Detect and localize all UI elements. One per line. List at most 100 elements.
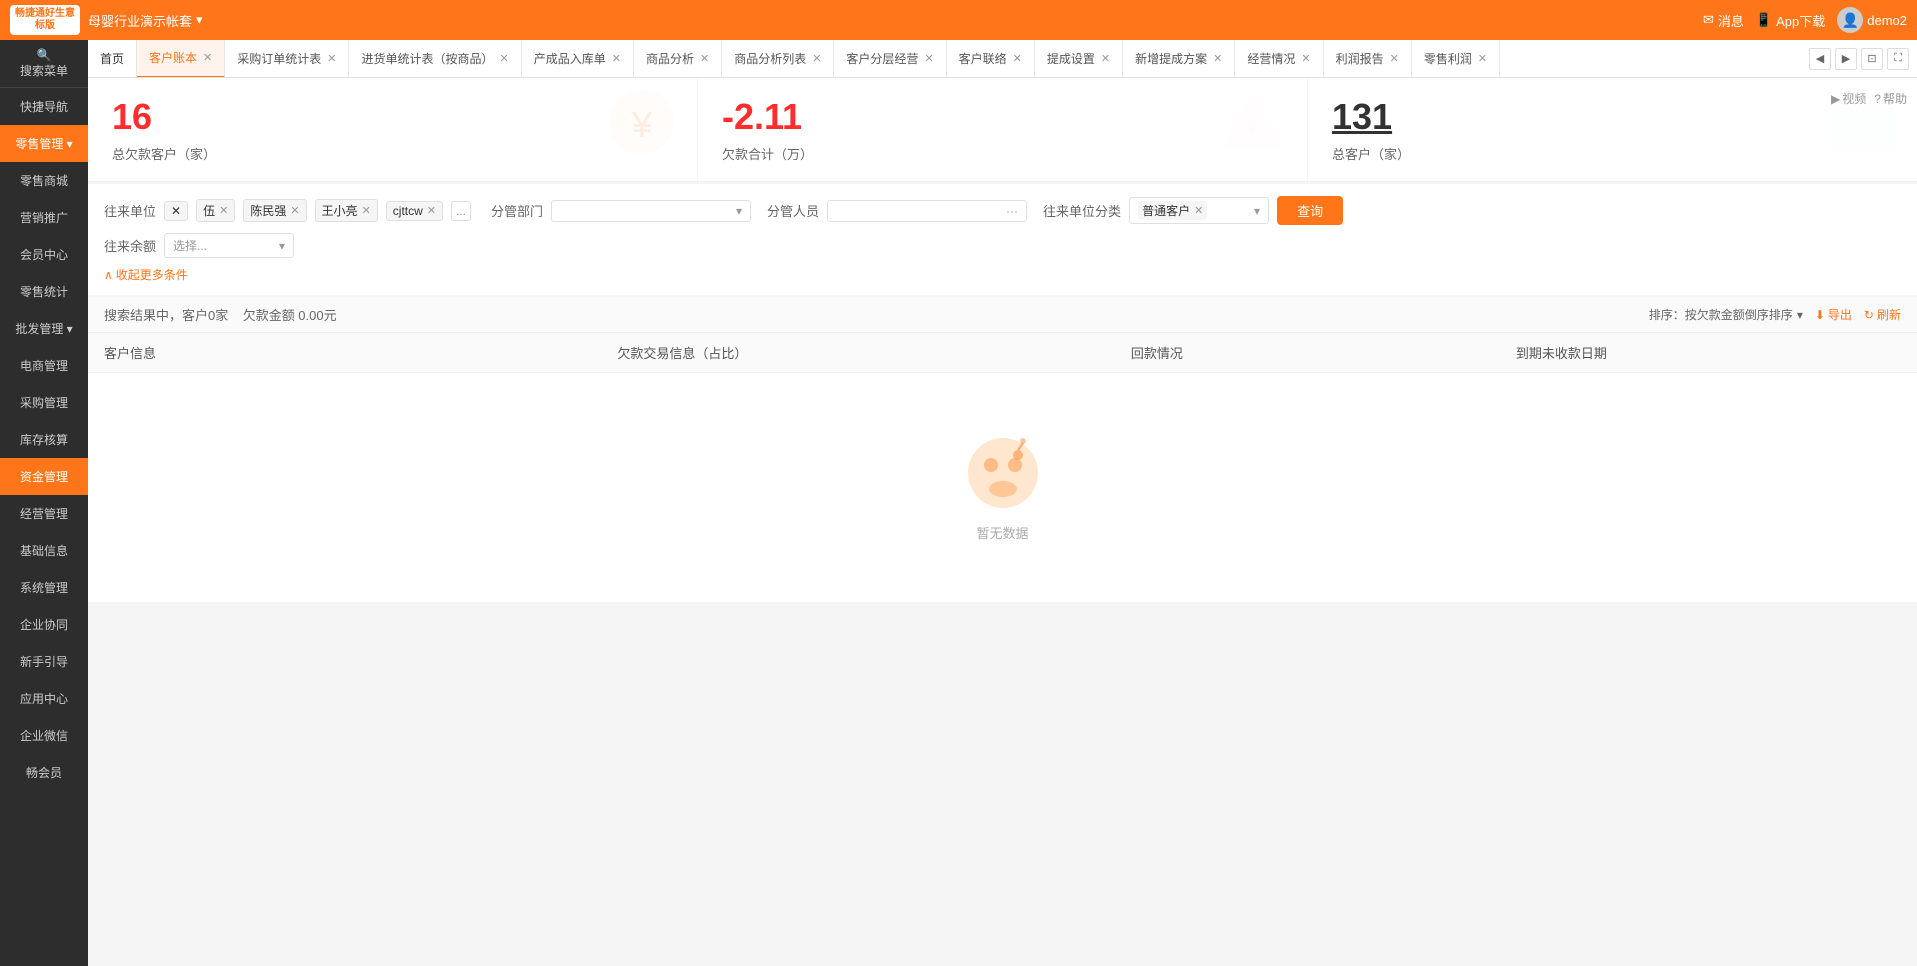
tab-customer-account[interactable]: 客户账本 ✕ <box>137 40 225 78</box>
sidebar-item-purchase[interactable]: 采购管理 <box>0 384 88 421</box>
sidebar-item-label: 基础信息 <box>6 542 82 559</box>
tag-close-icon[interactable]: ✕ <box>1194 204 1203 217</box>
tab-close-icon[interactable]: ✕ <box>612 52 621 65</box>
sidebar-item-marketing[interactable]: 营销推广 <box>0 199 88 236</box>
help-btn[interactable]: ? 帮助 <box>1874 90 1907 107</box>
sidebar-item-corpwechat[interactable]: 企业微信 <box>0 717 88 754</box>
tab-bar: 首页 客户账本 ✕ 采购订单统计表 ✕ 进货单统计表（按商品） ✕ 产成品入库单… <box>88 40 1917 78</box>
sidebar-item-wholesale[interactable]: 批发管理 ▾ <box>0 310 88 347</box>
filter-dept-select[interactable]: ▾ <box>551 200 751 222</box>
tab-label: 进货单统计表（按商品） <box>361 50 493 67</box>
tab-close-icon[interactable]: ✕ <box>700 52 709 65</box>
tab-business-status[interactable]: 经营情况 ✕ <box>1235 40 1323 78</box>
tab-close-icon[interactable]: ✕ <box>812 52 821 65</box>
sidebar-item-ecommerce[interactable]: 电商管理 <box>0 347 88 384</box>
account-selector[interactable]: 母婴行业演示帐套 ▾ <box>88 11 203 30</box>
sidebar-item-label: 批发管理 ▾ <box>6 320 82 337</box>
tab-purchase-order-stat[interactable]: 采购订单统计表 ✕ <box>225 40 349 78</box>
sidebar-item-appcenter[interactable]: 应用中心 <box>0 680 88 717</box>
tab-profit-report[interactable]: 利润报告 ✕ <box>1324 40 1412 78</box>
col-header-due-date: 到期未收款日期 <box>1516 343 1901 362</box>
tab-next-btn[interactable]: ▶ <box>1835 48 1857 70</box>
sidebar-item-label: 系统管理 <box>6 579 82 596</box>
tab-prev-btn[interactable]: ◀ <box>1809 48 1831 70</box>
message-btn[interactable]: ✉ 消息 <box>1703 11 1744 30</box>
tab-close-icon[interactable]: ✕ <box>1301 52 1310 65</box>
sidebar-item-vip[interactable]: 畅会员 <box>0 754 88 791</box>
tab-home[interactable]: 首页 <box>88 40 137 78</box>
tab-close-icon[interactable]: ✕ <box>327 52 336 65</box>
sidebar-item-label: 采购管理 <box>6 394 82 411</box>
table-empty-state: 暂无数据 <box>88 373 1917 602</box>
tab-close-icon[interactable]: ✕ <box>924 52 933 65</box>
search-label: 搜索菜单 <box>6 62 82 79</box>
tab-customer-segment[interactable]: 客户分层经营 ✕ <box>834 40 946 78</box>
sidebar-item-operations[interactable]: 经营管理 <box>0 495 88 532</box>
tab-fullscreen-btn[interactable]: ⛶ <box>1887 48 1909 70</box>
app-download-btn[interactable]: 📱 App下载 <box>1756 11 1825 30</box>
filter-person-label: 分管人员 <box>767 201 819 220</box>
sidebar-search[interactable]: 🔍 搜索菜单 <box>0 40 88 88</box>
sidebar-item-retail[interactable]: 零售管理 ▾ <box>0 125 88 162</box>
sidebar-item-retailstat[interactable]: 零售统计 <box>0 273 88 310</box>
tab-label: 商品分析 <box>646 50 694 67</box>
sidebar-item-label: 会员中心 <box>6 246 82 263</box>
tab-close-icon[interactable]: ✕ <box>1390 52 1399 65</box>
sidebar-item-newbie[interactable]: 新手引导 <box>0 643 88 680</box>
tab-product-analysis[interactable]: 商品分析 ✕ <box>634 40 722 78</box>
refresh-button[interactable]: ↻ 刷新 <box>1864 306 1901 323</box>
filter-balance-select[interactable]: 选择... ▾ <box>164 233 294 258</box>
tag-close-icon[interactable]: ✕ <box>362 204 371 217</box>
more-icon: ··· <box>1006 204 1018 218</box>
tab-close-icon[interactable]: ✕ <box>1101 52 1110 65</box>
filter-category-label: 往来单位分类 <box>1043 201 1121 220</box>
tab-promotion-settings[interactable]: 提成设置 ✕ <box>1035 40 1123 78</box>
sidebar-item-label: 库存核算 <box>6 431 82 448</box>
stat-help: ▶ 视频 ? 帮助 <box>1831 90 1907 107</box>
sidebar-item-label: 营销推广 <box>6 209 82 226</box>
tag-close-icon[interactable]: ✕ <box>290 204 299 217</box>
stat-total-customers: 131 总客户（家） ▶ 视频 ? 帮助 <box>1308 78 1917 181</box>
tab-purchase-stat-product[interactable]: 进货单统计表（按商品） ✕ <box>349 40 521 78</box>
tab-close-icon[interactable]: ✕ <box>1013 52 1022 65</box>
filter-tag-normal-customer: 普通客户 ✕ <box>1138 201 1207 220</box>
sidebar-item-capital[interactable]: 资金管理 <box>0 458 88 495</box>
tag-close-icon[interactable]: ✕ <box>219 204 228 217</box>
sidebar-item-retailmall[interactable]: 零售商城 <box>0 162 88 199</box>
tab-retail-profit[interactable]: 零售利润 ✕ <box>1412 40 1500 78</box>
filter-category-select[interactable]: 普通客户 ✕ ▾ <box>1129 197 1269 224</box>
sidebar-item-inventory[interactable]: 库存核算 <box>0 421 88 458</box>
table-header: 客户信息 欠款交易信息（占比） 回款情况 到期未收款日期 <box>88 333 1917 373</box>
tag-close-icon[interactable]: ✕ <box>427 204 436 217</box>
sidebar-item-enterprise[interactable]: 企业协同 <box>0 606 88 643</box>
tab-expand-btn[interactable]: ⊡ <box>1861 48 1883 70</box>
sidebar: 🔍 搜索菜单 快捷导航 零售管理 ▾ 零售商城 营销推广 会员中心 零售统计 <box>0 40 88 966</box>
tab-cost-inbound[interactable]: 产成品入库单 ✕ <box>522 40 634 78</box>
tab-close-icon[interactable]: ✕ <box>1213 52 1222 65</box>
tab-close-icon[interactable]: ✕ <box>203 51 212 64</box>
query-button[interactable]: 查询 <box>1277 196 1343 225</box>
sidebar-item-label: 电商管理 <box>6 357 82 374</box>
sidebar-item-member[interactable]: 会员中心 <box>0 236 88 273</box>
stat-label: 欠款合计（万） <box>722 144 813 163</box>
tab-label: 客户分层经营 <box>846 50 918 67</box>
filter-person-input[interactable]: ··· <box>827 200 1027 222</box>
user-profile[interactable]: 👤 demo2 <box>1837 7 1907 33</box>
filter-more-btn[interactable]: ... <box>451 201 471 221</box>
tab-new-promotion[interactable]: 新增提成方案 ✕ <box>1123 40 1235 78</box>
filter-area: 往来单位 ✕ 伍 ✕ 陈民强 ✕ 王小亮 <box>88 184 1917 295</box>
empty-text: 暂无数据 <box>976 523 1028 542</box>
tab-close-icon[interactable]: ✕ <box>1478 52 1487 65</box>
sidebar-item-sysmgmt[interactable]: 系统管理 <box>0 569 88 606</box>
tab-close-icon[interactable]: ✕ <box>500 52 509 65</box>
collapse-filter-btn[interactable]: ∧ 收起更多条件 <box>104 266 1901 283</box>
video-help-btn[interactable]: ▶ 视频 <box>1831 90 1866 107</box>
tab-product-analysis-list[interactable]: 商品分析列表 ✕ <box>722 40 834 78</box>
sidebar-item-quicknav[interactable]: 快捷导航 <box>0 88 88 125</box>
sidebar-item-basicinfo[interactable]: 基础信息 <box>0 532 88 569</box>
tab-customer-contact[interactable]: 客户联络 ✕ <box>947 40 1035 78</box>
export-button[interactable]: ⬇ 导出 <box>1815 306 1852 323</box>
sort-selector[interactable]: 排序：按欠款金额倒序排序 ▾ <box>1649 306 1803 323</box>
search-result-info: 搜索结果中，客户0家 欠款金额 0.00元 <box>104 305 337 324</box>
tab-label: 客户账本 <box>149 49 197 66</box>
